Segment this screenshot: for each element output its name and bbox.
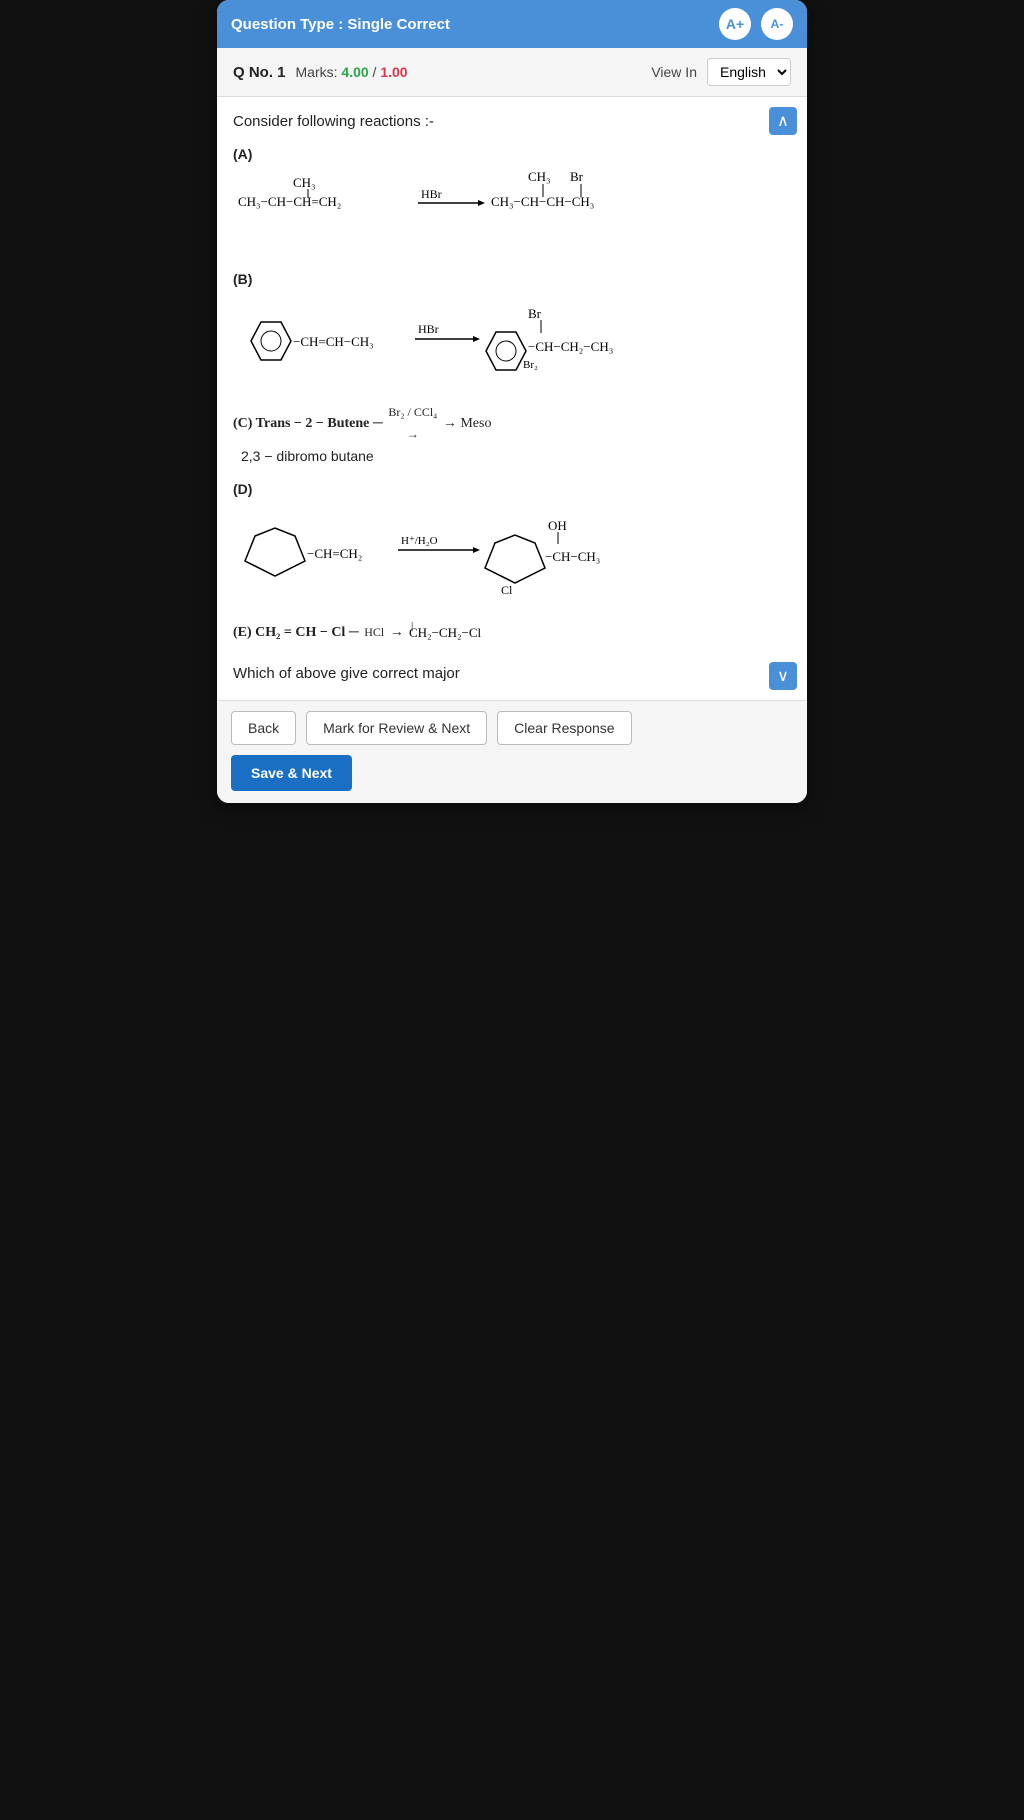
view-in-label: View In xyxy=(651,64,697,80)
question-meta-bar: Q No. 1 Marks: 4.00 / 1.00 View In Engli… xyxy=(217,48,807,97)
section-e-product-svg: CH₂−CH₂−Cl | xyxy=(407,613,497,653)
question-type-bar: Question Type : Single Correct A+ A- xyxy=(217,0,807,48)
svg-text:CH₂−CH₂−Cl: CH₂−CH₂−Cl xyxy=(409,625,482,640)
svg-text:|: | xyxy=(411,620,413,632)
question-card: Question Type : Single Correct A+ A- Q N… xyxy=(217,0,807,803)
svg-text:−CH−CH₂−CH₃: −CH−CH₂−CH₃ xyxy=(528,339,613,354)
svg-text:CH₃−CH−CH=CH₂: CH₃−CH−CH=CH₂ xyxy=(238,194,341,209)
section-e-label: (E) CH₂ = CH − Cl xyxy=(233,625,345,640)
back-button[interactable]: Back xyxy=(231,711,296,745)
svg-text:Br: Br xyxy=(570,171,584,184)
question-type-label: Question Type : Single Correct xyxy=(231,16,709,33)
section-c-label: (C) Trans − 2 − Butene xyxy=(233,416,369,431)
save-next-button[interactable]: Save & Next xyxy=(231,755,352,791)
reaction-d-diagram: −CH=CH₂ H⁺/H₂O OH Cl xyxy=(233,506,753,596)
svg-text:Cl: Cl xyxy=(501,583,513,596)
clear-response-button[interactable]: Clear Response xyxy=(497,711,631,745)
section-c-block: (C) Trans − 2 − Butene ─ Br₂ / CCl₄ → → … xyxy=(233,402,791,445)
svg-text:HBr: HBr xyxy=(418,322,439,336)
action-bar: Back Mark for Review & Next Clear Respon… xyxy=(217,700,807,755)
question-ending: Which of above give correct major xyxy=(233,661,791,687)
reaction-d-svg: −CH=CH₂ H⁺/H₂O OH Cl xyxy=(233,506,791,604)
marks-positive: 4.00 xyxy=(341,64,368,80)
section-d-label: (D) xyxy=(233,481,252,497)
scroll-up-button[interactable]: ∧ xyxy=(769,107,797,135)
font-increase-button[interactable]: A+ xyxy=(719,8,751,40)
section-e-reagent: HCl xyxy=(364,625,384,639)
reaction-a-diagram: CH₃ CH₃−CH−CH=CH₂ HBr CH₃ Br CH₃−CH−CH−C… xyxy=(233,171,753,251)
save-row: Save & Next xyxy=(217,755,807,803)
svg-text:HBr: HBr xyxy=(421,187,442,201)
question-intro: Consider following reactions :- xyxy=(233,111,791,134)
reaction-c: (C) Trans − 2 − Butene ─ Br₂ / CCl₄ → → … xyxy=(233,402,791,469)
marks-negative: 1.00 xyxy=(380,64,407,80)
reaction-e: (E) CH₂ = CH − Cl ─ HCl → CH₂−CH₂−Cl | xyxy=(233,613,791,653)
svg-text:H⁺/H₂O: H⁺/H₂O xyxy=(401,535,438,547)
section-a-label: (A) xyxy=(233,146,252,162)
marks-info: Marks: 4.00 / 1.00 xyxy=(296,64,408,80)
section-c-reagent-stack: Br₂ / CCl₄ → xyxy=(388,402,437,445)
mark-review-button[interactable]: Mark for Review & Next xyxy=(306,711,487,745)
language-select[interactable]: English Hindi xyxy=(707,58,791,86)
section-e-product: CH₂−CH₂−Cl | xyxy=(407,624,497,639)
section-c-product2: 2,3 − dibromo butane xyxy=(241,445,791,469)
svg-text:CH₃: CH₃ xyxy=(528,171,551,184)
reaction-a-svg: CH₃ CH₃−CH−CH=CH₂ HBr CH₃ Br CH₃−CH−CH−C… xyxy=(233,171,791,259)
reaction-b-diagram: −CH=CH−CH₃ HBr Br xyxy=(233,296,753,386)
font-decrease-button[interactable]: A- xyxy=(761,8,793,40)
scroll-down-button[interactable]: ∨ xyxy=(769,662,797,690)
svg-text:CH₃: CH₃ xyxy=(293,175,316,190)
question-body: ∧ Consider following reactions :- (A) CH… xyxy=(217,97,807,700)
question-number: Q No. 1 xyxy=(233,64,286,81)
svg-text:−CH=CH−CH₃: −CH=CH−CH₃ xyxy=(293,334,374,349)
reaction-a: (A) CH₃ CH₃−CH−CH=CH₂ HBr xyxy=(233,142,791,259)
svg-text:Br₂: Br₂ xyxy=(523,359,538,371)
svg-text:OH: OH xyxy=(548,518,567,533)
reaction-b-svg: −CH=CH−CH₃ HBr Br xyxy=(233,296,791,394)
svg-text:Br: Br xyxy=(528,306,542,321)
reaction-b: (B) −CH=CH−CH₃ HBr xyxy=(233,267,791,394)
reaction-d: (D) −CH=CH₂ H⁺/H₂O OH xyxy=(233,477,791,604)
section-b-label: (B) xyxy=(233,271,252,287)
svg-text:−CH−CH₃: −CH−CH₃ xyxy=(545,549,600,564)
svg-text:−CH=CH₂: −CH=CH₂ xyxy=(307,546,362,561)
